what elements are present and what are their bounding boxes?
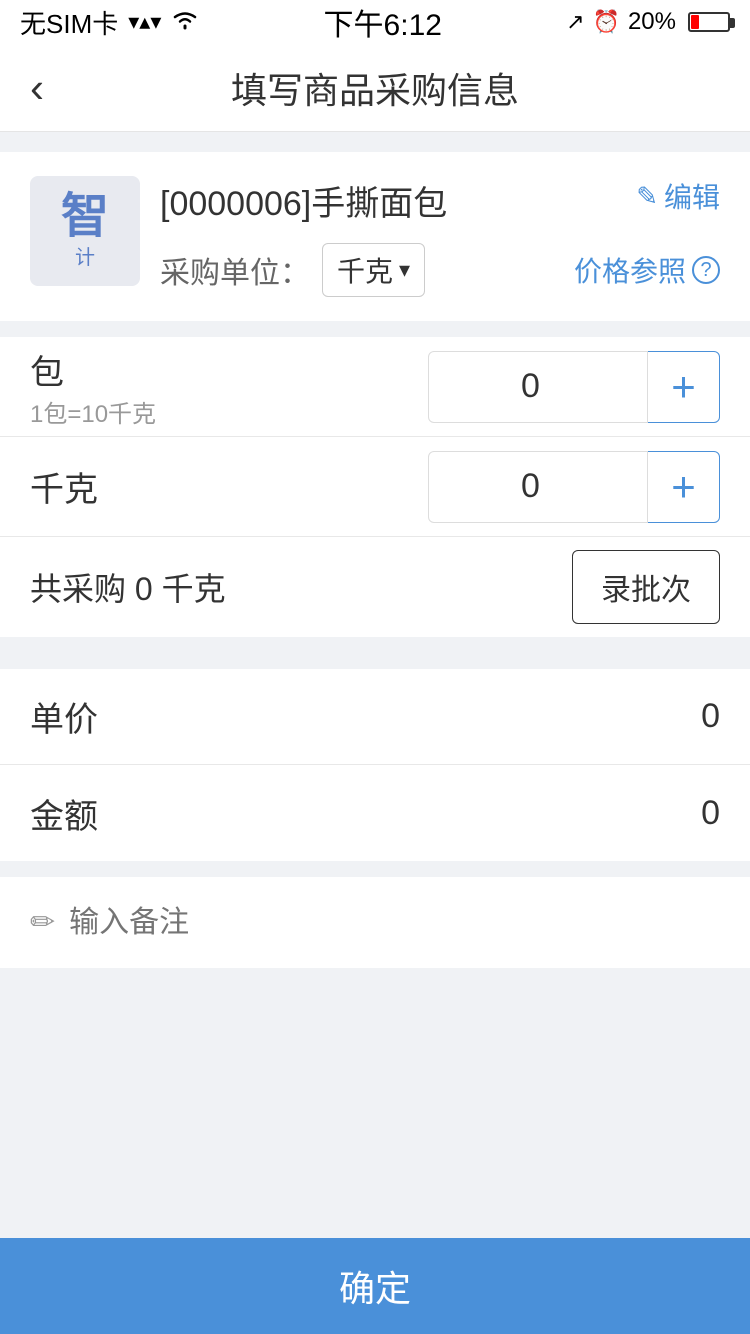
bag-label-main: 包 bbox=[30, 345, 156, 394]
status-left: 无SIM卡 ▾▴▾ bbox=[20, 4, 199, 41]
carrier-label: 无SIM卡 bbox=[20, 4, 118, 41]
product-section: 智 计 [0000006]手撕面包 ✎ 编辑 采购单位： 千克 ▾ 价格参照 ? bbox=[0, 152, 750, 321]
bag-label: 包 1包=10千克 bbox=[30, 345, 156, 429]
status-time: 下午6:12 bbox=[324, 0, 442, 44]
kg-plus-button[interactable]: + bbox=[648, 451, 720, 523]
bag-row: 包 1包=10千克 + bbox=[0, 337, 750, 437]
wifi-signal bbox=[171, 8, 199, 37]
back-button[interactable]: ‹ bbox=[30, 64, 44, 112]
product-thumbnail: 智 计 bbox=[30, 176, 140, 286]
edit-button[interactable]: ✎ 编辑 bbox=[636, 176, 720, 216]
unit-price-row: 单价 0 bbox=[0, 669, 750, 765]
batch-button[interactable]: 录批次 bbox=[572, 550, 720, 624]
product-logo-top: 智 bbox=[61, 193, 109, 241]
kg-label: 千克 bbox=[30, 462, 150, 511]
unit-price-value: 0 bbox=[701, 697, 720, 736]
product-name: [0000006]手撕面包 bbox=[160, 176, 447, 225]
input-section: 包 1包=10千克 + 千克 + bbox=[0, 337, 750, 537]
location-icon: ↗ bbox=[566, 9, 584, 35]
note-input[interactable] bbox=[69, 906, 720, 940]
unit-price-label: 单价 bbox=[30, 692, 98, 741]
edit-icon: ✎ bbox=[636, 181, 658, 212]
page-title: 填写商品采购信息 bbox=[231, 62, 519, 114]
edit-label: 编辑 bbox=[664, 176, 720, 216]
kg-label-main: 千克 bbox=[30, 462, 150, 511]
kg-row: 千克 + bbox=[0, 437, 750, 537]
note-section: ✏ bbox=[0, 877, 750, 968]
nav-bar: ‹ 填写商品采购信息 bbox=[0, 44, 750, 132]
product-logo-bottom: 计 bbox=[61, 241, 109, 270]
bag-plus-button[interactable]: + bbox=[648, 351, 720, 423]
kg-input[interactable] bbox=[428, 451, 648, 523]
bag-input[interactable] bbox=[428, 351, 648, 423]
amount-label: 金额 bbox=[30, 789, 98, 838]
dropdown-arrow: ▾ bbox=[399, 257, 410, 283]
product-info: [0000006]手撕面包 ✎ 编辑 采购单位： 千克 ▾ 价格参照 ? bbox=[160, 176, 720, 297]
bottom-space bbox=[0, 968, 750, 1168]
unit-dropdown[interactable]: 千克 ▾ bbox=[322, 243, 425, 297]
confirm-button-label: 确定 bbox=[339, 1260, 411, 1312]
status-right: ↗ ⏰ 20% bbox=[566, 8, 730, 36]
summary-row: 共采购 0 千克 录批次 bbox=[0, 537, 750, 637]
kg-input-box: + bbox=[428, 451, 720, 523]
price-ref-button[interactable]: 价格参照 ? bbox=[574, 250, 720, 290]
battery-icon bbox=[688, 12, 730, 32]
battery-percent: 20% bbox=[628, 8, 676, 36]
summary-text: 共采购 0 千克 bbox=[30, 564, 226, 610]
price-ref-label: 价格参照 bbox=[574, 250, 686, 290]
info-icon: ? bbox=[692, 256, 720, 284]
unit-value: 千克 bbox=[337, 250, 393, 290]
bag-input-box: + bbox=[428, 351, 720, 423]
bag-label-sub: 1包=10千克 bbox=[30, 394, 156, 429]
alarm-icon: ⏰ bbox=[593, 9, 620, 35]
product-header: [0000006]手撕面包 ✎ 编辑 bbox=[160, 176, 720, 243]
pencil-icon: ✏ bbox=[30, 905, 55, 940]
price-section: 单价 0 金额 0 bbox=[0, 669, 750, 861]
product-unit-row: 采购单位： 千克 ▾ 价格参照 ? bbox=[160, 243, 720, 297]
confirm-section[interactable]: 确定 bbox=[0, 1238, 750, 1334]
status-bar: 无SIM卡 ▾▴▾ 下午6:12 ↗ ⏰ 20% bbox=[0, 0, 750, 44]
wifi-icon: ▾▴▾ bbox=[128, 9, 161, 35]
unit-label: 采购单位： bbox=[160, 248, 310, 292]
section-divider-1 bbox=[0, 321, 750, 337]
section-divider-2 bbox=[0, 637, 750, 653]
amount-row: 金额 0 bbox=[0, 765, 750, 861]
amount-value: 0 bbox=[701, 794, 720, 833]
